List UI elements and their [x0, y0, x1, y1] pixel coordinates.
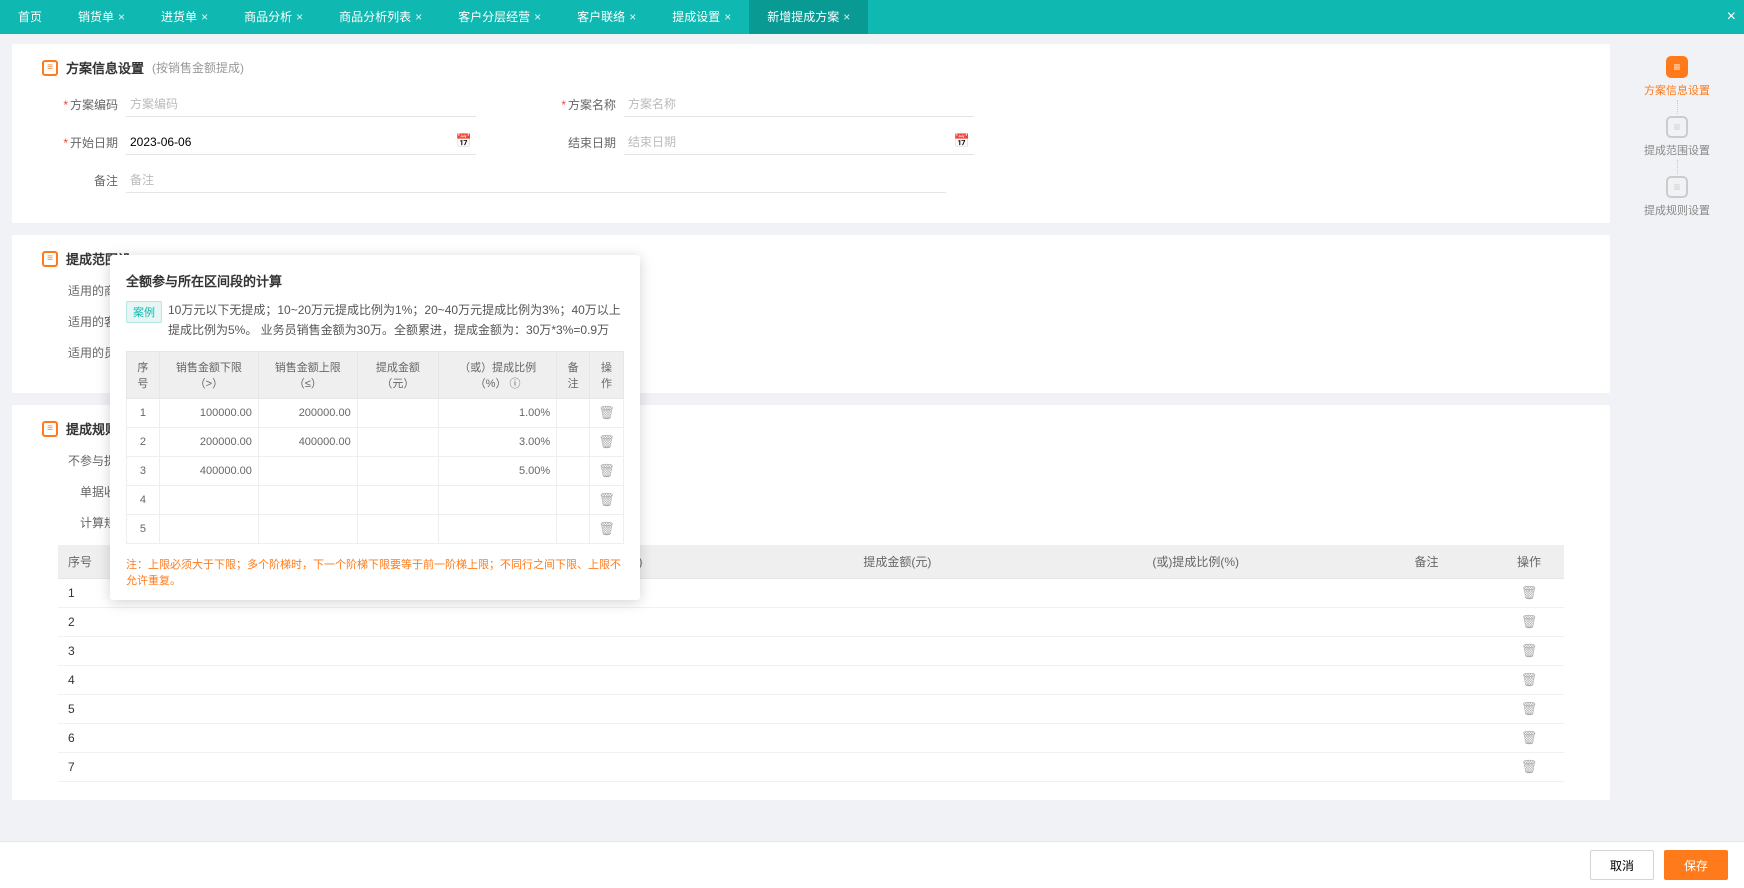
- cancel-button[interactable]: 取消: [1590, 850, 1654, 880]
- section-subtitle: (按销售金额提成): [152, 59, 244, 76]
- table-row: 5🗑: [127, 514, 624, 543]
- step-item[interactable]: ≡方案信息设置: [1644, 56, 1710, 98]
- section-title: 方案信息设置: [66, 58, 144, 77]
- calendar-icon[interactable]: 📅: [456, 133, 472, 149]
- tab-close-icon[interactable]: ×: [201, 0, 208, 34]
- delete-icon[interactable]: 🗑: [1504, 672, 1554, 688]
- tab-item[interactable]: 首页: [0, 0, 60, 34]
- footer-bar: 取消 保存: [0, 841, 1744, 888]
- tab-item[interactable]: 进货单×: [143, 0, 226, 34]
- start-date-label: 开始日期: [70, 136, 118, 150]
- col-amount: 提成金额(元): [763, 545, 1033, 579]
- name-input[interactable]: [624, 91, 974, 117]
- tab-close-icon[interactable]: ×: [843, 0, 850, 34]
- col-seq: 序号: [58, 545, 108, 579]
- table-row: 7🗑: [58, 753, 1564, 782]
- top-tabs: 首页销货单×进货单×商品分析×商品分析列表×客户分层经营×客户联络×提成设置×新…: [0, 0, 1744, 34]
- step-item[interactable]: ≡提成范围设置: [1644, 116, 1710, 158]
- tab-close-icon[interactable]: ×: [118, 0, 125, 34]
- calendar-icon[interactable]: 📅: [954, 133, 970, 149]
- popover-title: 全额参与所在区间段的计算: [126, 271, 624, 290]
- table-row: 2🗑: [58, 608, 1564, 637]
- table-row: 4🗑: [58, 666, 1564, 695]
- delete-icon[interactable]: 🗑: [596, 405, 617, 421]
- col-remark: 备注: [1359, 545, 1494, 579]
- tab-close-icon[interactable]: ×: [534, 0, 541, 34]
- delete-icon[interactable]: 🗑: [1504, 643, 1554, 659]
- step-icon: ≡: [1666, 56, 1688, 78]
- table-row: 1100000.00200000.001.00%🗑: [127, 398, 624, 427]
- table-row: 2200000.00400000.003.00%🗑: [127, 427, 624, 456]
- example-popover: 全额参与所在区间段的计算 案例 10万元以下无提成；10~20万元提成比例为1%…: [110, 255, 640, 600]
- example-table: 序号 销售金额下限（>） 销售金额上限（≤） 提成金额（元） （或）提成比例（%…: [126, 351, 624, 544]
- col-op: 操作: [1494, 545, 1564, 579]
- step-item[interactable]: ≡提成规则设置: [1644, 176, 1710, 218]
- delete-icon[interactable]: 🗑: [1504, 614, 1554, 630]
- example-text: 10万元以下无提成；10~20万元提成比例为1%；20~40万元提成比例为3%；…: [168, 300, 624, 341]
- table-row: 4🗑: [127, 485, 624, 514]
- side-steps: ≡方案信息设置 ≡提成范围设置 ≡提成规则设置: [1622, 44, 1732, 800]
- delete-icon[interactable]: 🗑: [1504, 585, 1554, 601]
- delete-icon[interactable]: 🗑: [1504, 730, 1554, 746]
- tab-item[interactable]: 商品分析×: [226, 0, 321, 34]
- info-icon: ⓘ: [510, 378, 521, 390]
- tab-close-icon[interactable]: ×: [415, 0, 422, 34]
- table-row: 6🗑: [58, 724, 1564, 753]
- code-label: 方案编码: [70, 98, 118, 112]
- tab-item[interactable]: 客户分层经营×: [440, 0, 559, 34]
- start-date-input[interactable]: [126, 129, 476, 155]
- code-input[interactable]: [126, 91, 476, 117]
- section-icon: ≡: [42, 60, 58, 76]
- delete-icon[interactable]: 🗑: [1504, 701, 1554, 717]
- delete-icon[interactable]: 🗑: [596, 434, 617, 450]
- remark-label: 备注: [94, 174, 118, 188]
- tab-close-icon[interactable]: ×: [629, 0, 636, 34]
- tab-item[interactable]: 商品分析列表×: [321, 0, 440, 34]
- delete-icon[interactable]: 🗑: [596, 521, 617, 537]
- delete-icon[interactable]: 🗑: [596, 492, 617, 508]
- section-plan-info: ≡ 方案信息设置 (按销售金额提成) *方案编码 *方案名称 *开始日期: [12, 44, 1610, 223]
- table-row: 3400000.005.00%🗑: [127, 456, 624, 485]
- section-icon: ≡: [42, 421, 58, 437]
- tab-item[interactable]: 销货单×: [60, 0, 143, 34]
- section-icon: ≡: [42, 251, 58, 267]
- delete-icon[interactable]: 🗑: [596, 463, 617, 479]
- step-icon: ≡: [1666, 176, 1688, 198]
- remark-input[interactable]: [126, 167, 946, 193]
- name-label: 方案名称: [568, 98, 616, 112]
- delete-icon[interactable]: 🗑: [1504, 759, 1554, 775]
- save-button[interactable]: 保存: [1664, 850, 1728, 880]
- table-row: 3🗑: [58, 637, 1564, 666]
- table-row: 5🗑: [58, 695, 1564, 724]
- tab-close-icon[interactable]: ×: [724, 0, 731, 34]
- tab-item[interactable]: 新增提成方案×: [749, 0, 868, 34]
- close-all-tabs-icon[interactable]: ×: [1727, 8, 1736, 26]
- tab-close-icon[interactable]: ×: [296, 0, 303, 34]
- col-ratio: (或)提成比例(%): [1032, 545, 1359, 579]
- popover-note: 注：上限必须大于下限；多个阶梯时，下一个阶梯下限要等于前一阶梯上限；不同行之间下…: [126, 556, 624, 588]
- tab-item[interactable]: 客户联络×: [559, 0, 654, 34]
- example-tag: 案例: [126, 301, 162, 323]
- end-date-input[interactable]: [624, 129, 974, 155]
- step-icon: ≡: [1666, 116, 1688, 138]
- end-date-label: 结束日期: [568, 136, 616, 150]
- tab-item[interactable]: 提成设置×: [654, 0, 749, 34]
